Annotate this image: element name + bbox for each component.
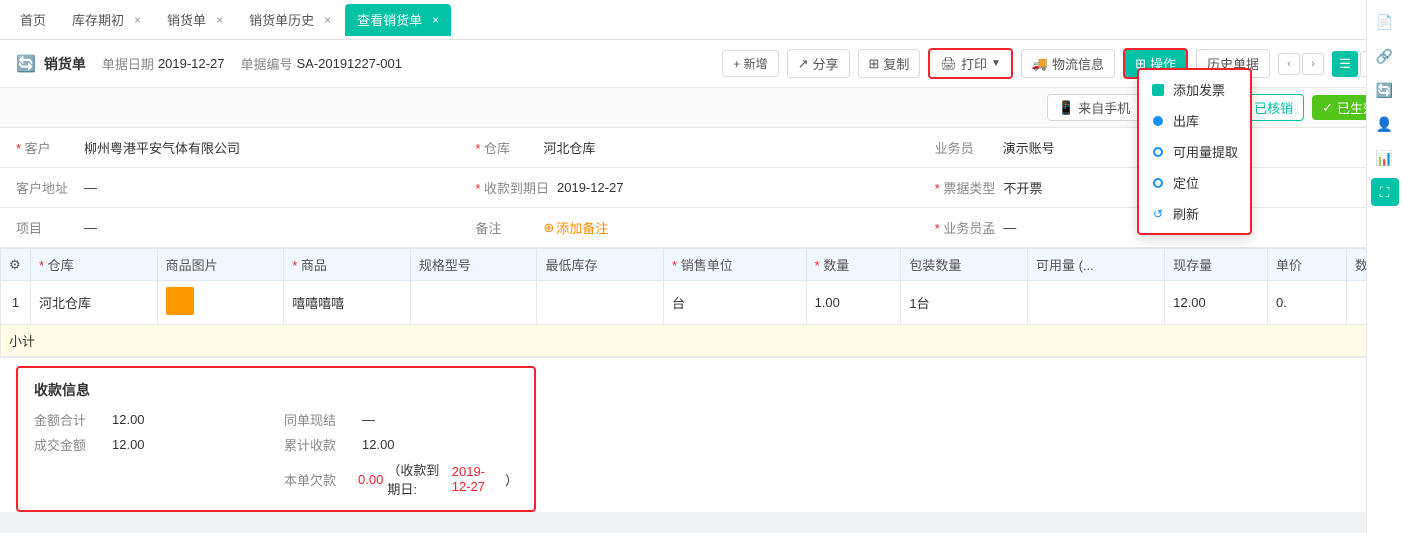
same-order-row: 同单现结 — — [284, 410, 518, 429]
col-qty: 数量 — [806, 249, 901, 281]
sidebar-link-icon[interactable]: 🔗 — [1371, 42, 1399, 70]
row-qty: 1.00 — [806, 281, 901, 325]
row-available — [1027, 281, 1164, 325]
payment-section: 收款信息 金额合计 12.00 同单现结 — 成交金额 12.00 累计收款 1… — [16, 366, 536, 512]
row-current-stock: 12.00 — [1165, 281, 1268, 325]
cumulative-row: 累计收款 12.00 — [284, 435, 518, 454]
col-warehouse: 仓库 — [31, 249, 158, 281]
mobile-icon: 📱 — [1058, 100, 1074, 116]
col-settings[interactable]: ⚙ — [1, 249, 31, 281]
tab-inventory-init[interactable]: 库存期初 × — [60, 4, 153, 36]
warehouse-field: 仓库 河北仓库 — [475, 138, 926, 157]
available-qty-icon — [1151, 145, 1165, 159]
doc-date: 单据日期 2019-12-27 — [102, 54, 225, 73]
col-current-stock: 现存量 — [1165, 249, 1268, 281]
col-image: 商品图片 — [157, 249, 284, 281]
tab-sales-order-history[interactable]: 销货单历史 × — [237, 4, 343, 36]
row-unit: 台 — [664, 281, 807, 325]
doc-header-actions: + 新增 ↗ 分享 ⊞ 复制 🖨 打印 ▼ 🚚 物流信息 — [722, 48, 1386, 79]
copy-button[interactable]: ⊞ 复制 — [858, 49, 921, 78]
print-icon: 🖨 — [940, 56, 957, 72]
print-button[interactable]: 🖨 打印 ▼ — [928, 48, 1012, 79]
row-spec — [410, 281, 537, 325]
next-button[interactable]: › — [1302, 53, 1324, 75]
close-sales-order-tab[interactable]: × — [216, 13, 223, 27]
locate-item[interactable]: 定位 — [1139, 167, 1250, 198]
table-row: 1 河北仓库 嘻嘻嘻嘻 台 1.00 1台 12.00 0. — [1, 281, 1402, 325]
close-view-sales-order-tab[interactable]: × — [432, 13, 439, 27]
effective-icon: ✓ — [1322, 100, 1333, 116]
tab-view-sales-order[interactable]: 查看销货单 × — [345, 4, 451, 36]
note-field: 备注 ⊕ 添加备注 — [475, 218, 926, 237]
row-index: 1 — [1, 281, 31, 325]
col-pack-qty: 包装数量 — [901, 249, 1028, 281]
doc-number: 单据编号 SA-20191227-001 — [240, 54, 402, 73]
col-spec: 规格型号 — [410, 249, 537, 281]
logistics-icon: 🚚 — [1032, 56, 1048, 72]
right-sidebar: 📄 🔗 🔄 👤 📊 ⛶ — [1366, 0, 1402, 533]
product-image — [166, 287, 194, 315]
locate-icon — [1151, 176, 1165, 190]
operations-dropdown: 添加发票 出库 可用量提取 定位 ↺ 刷新 — [1137, 68, 1252, 235]
sidebar-refresh-icon[interactable]: 🔄 — [1371, 76, 1399, 104]
add-note-button[interactable]: ⊕ 添加备注 — [543, 218, 608, 237]
project-field: 项目 — — [16, 218, 467, 237]
address-field: 客户地址 — — [16, 178, 467, 197]
outbound-item[interactable]: 出库 — [1139, 105, 1250, 136]
subtotal-row: 小计 — [1, 325, 1402, 357]
row-product: 嘻嘻嘻嘻 — [284, 281, 411, 325]
row-image — [157, 281, 284, 325]
doc-title: 销货单 — [44, 54, 86, 74]
list-view-button[interactable]: ☰ — [1332, 51, 1358, 77]
share-icon: ↗ — [798, 56, 809, 72]
print-dropdown-icon: ▼ — [991, 58, 1001, 69]
nav-arrows: ‹ › — [1278, 53, 1324, 75]
payment-title: 收款信息 — [34, 380, 518, 400]
row-pack-qty: 1台 — [901, 281, 1028, 325]
payment-date-field: 收款到期日 2019-12-27 — [475, 178, 926, 197]
tab-sales-order[interactable]: 销货单 × — [155, 4, 235, 36]
due-amount-row: 本单欠款 0.00 （收款到期日: 2019-12-27 ） — [284, 460, 518, 498]
copy-icon: ⊞ — [869, 56, 880, 72]
add-invoice-item[interactable]: 添加发票 — [1139, 74, 1250, 105]
tab-bar: 首页 库存期初 × 销货单 × 销货单历史 × 查看销货单 × × — [0, 0, 1402, 40]
product-table: ⚙ 仓库 商品图片 商品 规格型号 最低库存 销售单位 数量 包装数量 可用量 … — [0, 248, 1402, 357]
sidebar-chart-icon[interactable]: 📊 — [1371, 144, 1399, 172]
logistics-button[interactable]: 🚚 物流信息 — [1021, 49, 1115, 78]
col-available: 可用量 (... — [1027, 249, 1164, 281]
tab-home[interactable]: 首页 — [8, 4, 58, 36]
col-price: 单价 — [1267, 249, 1346, 281]
close-inventory-init-tab[interactable]: × — [134, 13, 141, 27]
refresh-item[interactable]: ↺ 刷新 — [1139, 198, 1250, 229]
share-button[interactable]: ↗ 分享 — [787, 49, 850, 78]
col-unit: 销售单位 — [664, 249, 807, 281]
doc-title-section: 🔄 销货单 — [16, 54, 86, 74]
col-product: 商品 — [284, 249, 411, 281]
sidebar-user-icon[interactable]: 👤 — [1371, 110, 1399, 138]
available-qty-item[interactable]: 可用量提取 — [1139, 136, 1250, 167]
total-amount-row: 金额合计 12.00 — [34, 410, 268, 429]
product-table-wrapper: ⚙ 仓库 商品图片 商品 规格型号 最低库存 销售单位 数量 包装数量 可用量 … — [0, 248, 1402, 358]
close-sales-order-history-tab[interactable]: × — [324, 13, 331, 27]
plus-icon: ⊕ — [543, 220, 554, 236]
doc-icon: 🔄 — [16, 54, 36, 74]
new-button[interactable]: + 新增 — [722, 50, 778, 77]
subtotal-label: 小计 — [1, 325, 1402, 357]
col-min-stock: 最低库存 — [537, 249, 664, 281]
row-price: 0. — [1267, 281, 1346, 325]
row-min-stock — [537, 281, 664, 325]
from-mobile-btn[interactable]: 📱 来自手机 — [1047, 94, 1141, 121]
payment-grid: 金额合计 12.00 同单现结 — 成交金额 12.00 累计收款 12.00 … — [34, 410, 518, 498]
add-invoice-icon — [1151, 83, 1165, 97]
sidebar-expand-icon[interactable]: ⛶ — [1371, 178, 1399, 206]
row-warehouse: 河北仓库 — [31, 281, 158, 325]
refresh-icon: ↺ — [1151, 207, 1165, 221]
sidebar-doc-icon[interactable]: 📄 — [1371, 8, 1399, 36]
customer-field: 客户 柳州粤港平安气体有限公司 — [16, 138, 467, 157]
transaction-amount-row: 成交金额 12.00 — [34, 435, 268, 454]
prev-button[interactable]: ‹ — [1278, 53, 1300, 75]
outbound-icon — [1151, 114, 1165, 128]
doc-meta: 单据日期 2019-12-27 单据编号 SA-20191227-001 — [102, 54, 402, 73]
